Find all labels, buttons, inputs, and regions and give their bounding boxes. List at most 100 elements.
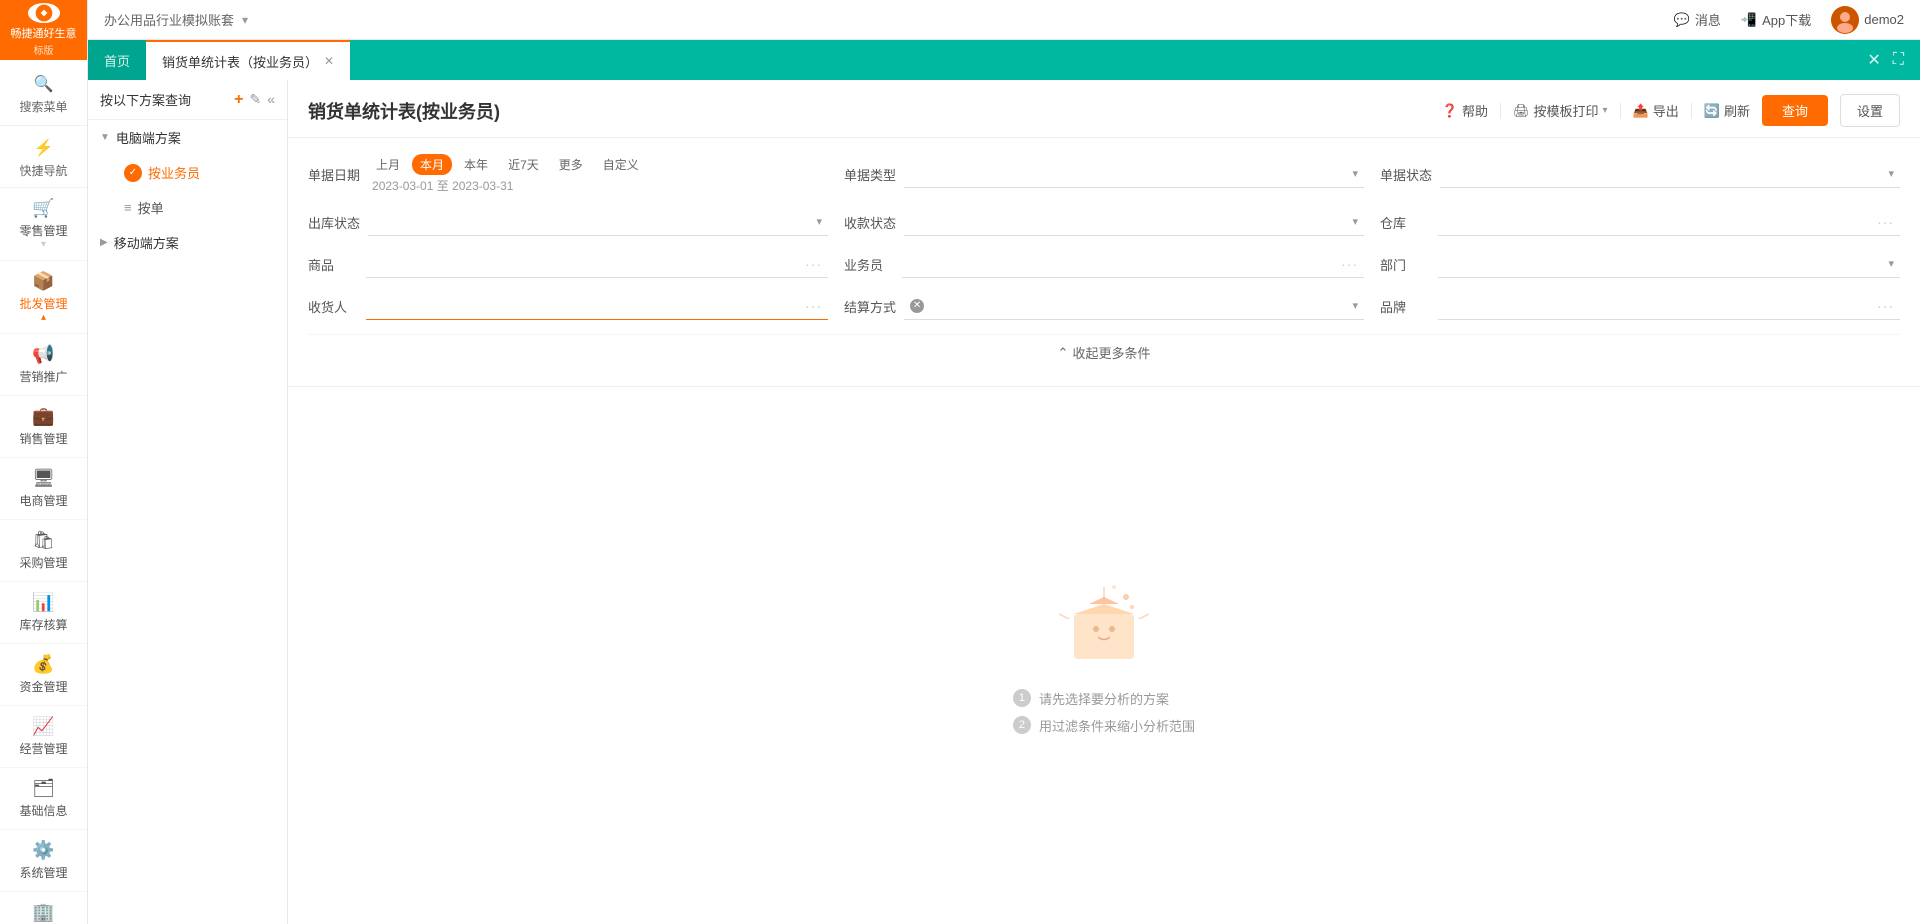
page-title: 销货单统计表(按业务员) xyxy=(308,98,500,124)
empty-step-1: 1 请先选择要分析的方案 xyxy=(1013,689,1195,708)
basic-label: 基础信息 xyxy=(19,802,67,819)
step1-text: 请先选择要分析的方案 xyxy=(1039,689,1169,708)
sidebar-item-enterprise[interactable]: 🏢 企业协同 xyxy=(0,892,87,924)
avatar xyxy=(1831,6,1859,34)
sales-icon: 💼 xyxy=(32,406,54,427)
help-label: 帮助 xyxy=(1462,101,1488,120)
close-window-icon[interactable]: ✕ xyxy=(1867,50,1880,70)
settle-label: 结算方式 xyxy=(844,297,896,316)
brand-select[interactable]: ··· xyxy=(1438,292,1900,320)
date-more[interactable]: 更多 xyxy=(551,154,591,175)
tree-item-by-staff[interactable]: ✓ 按业务员 xyxy=(88,155,287,190)
help-icon: ❓ xyxy=(1442,103,1458,119)
report-tab-label: 销货单统计表（按业务员） xyxy=(162,52,318,71)
close-tab-icon[interactable]: ✕ xyxy=(324,54,334,68)
filter-receiver: 收货人 ··· xyxy=(308,292,828,320)
date-this-month[interactable]: 本月 xyxy=(412,154,452,175)
home-tab-label: 首页 xyxy=(104,51,130,70)
finance-label: 资金管理 xyxy=(19,678,67,695)
tab-actions: ✕ ⛶ xyxy=(1867,50,1904,70)
receiver-dots-icon: ··· xyxy=(805,298,822,314)
inventory-label: 库存核算 xyxy=(19,616,67,633)
tab-report[interactable]: 销货单统计表（按业务员） ✕ xyxy=(146,40,350,80)
print-icon: 🖨 xyxy=(1513,103,1530,119)
goods-label: 商品 xyxy=(308,255,358,274)
message-icon: 💬 xyxy=(1674,12,1690,28)
goods-dots-icon: ··· xyxy=(805,256,822,272)
collapse-filters-btn[interactable]: ⌃ 收起更多条件 xyxy=(308,334,1900,370)
date-last7[interactable]: 近7天 xyxy=(500,154,547,175)
settle-select[interactable]: ✕ ▾ xyxy=(904,292,1364,320)
sidebar-item-basic[interactable]: 🗂 基础信息 xyxy=(0,768,87,830)
maximize-icon[interactable]: ⛶ xyxy=(1893,51,1904,69)
filter-area: 单据日期 上月 本月 本年 近7天 更多 自定义 2023-03-01 至 20… xyxy=(288,138,1920,387)
quick-nav-item[interactable]: ⚡ 快捷导航 xyxy=(0,126,87,188)
top-title: 办公用品行业模拟账套 xyxy=(104,10,234,29)
export-icon: 📤 xyxy=(1633,103,1649,119)
date-this-year[interactable]: 本年 xyxy=(456,154,496,175)
category-arrow-right: ▶ xyxy=(100,237,108,248)
search-menu-item[interactable]: 🔍 搜索菜单 xyxy=(0,60,87,126)
warehouse-select[interactable]: ··· xyxy=(1438,208,1900,236)
sidebar-item-system[interactable]: ⚙️ 系统管理 xyxy=(0,830,87,892)
add-scheme-btn[interactable]: + xyxy=(234,91,243,109)
tree-category-mobile[interactable]: ▶ 移动端方案 xyxy=(88,225,287,260)
empty-step-2: 2 用过滤条件来缩小分析范围 xyxy=(1013,716,1195,735)
filter-row-1: 单据日期 上月 本月 本年 近7天 更多 自定义 2023-03-01 至 20… xyxy=(308,154,1900,194)
left-panel-title: 按以下方案查询 xyxy=(100,90,191,109)
filter-status: 单据状态 ▾ xyxy=(1380,154,1900,194)
date-custom[interactable]: 自定义 xyxy=(595,154,647,175)
sidebar-item-marketing[interactable]: 📢 营销推广 xyxy=(0,334,87,396)
status-label: 单据状态 xyxy=(1380,165,1432,184)
separator2 xyxy=(1620,103,1621,119)
help-btn[interactable]: ❓ 帮助 xyxy=(1442,101,1488,120)
sidebar-item-finance[interactable]: 💰 资金管理 xyxy=(0,644,87,706)
top-title-dropdown[interactable]: ▾ xyxy=(242,13,248,27)
dept-caret-icon: ▾ xyxy=(1888,257,1894,270)
tree-category-desktop[interactable]: ▼ 电脑端方案 xyxy=(88,120,287,155)
filter-row-4: 收货人 ··· 结算方式 ✕ ▾ 品牌 xyxy=(308,292,1900,320)
status-caret-icon: ▾ xyxy=(1888,167,1894,180)
category-mobile-label: 移动端方案 xyxy=(114,233,179,252)
sidebar-item-operation[interactable]: 📈 经营管理 xyxy=(0,706,87,768)
sidebar-item-inventory[interactable]: 📊 库存核算 xyxy=(0,582,87,644)
page-actions: ❓ 帮助 🖨 按模板打印 ▾ 📤 导出 xyxy=(1442,94,1900,127)
inventory-icon: 📊 xyxy=(32,592,54,613)
out-status-select[interactable]: ▾ xyxy=(368,208,828,236)
app-name: 畅捷通好生意 xyxy=(11,27,77,41)
tree-item-by-order[interactable]: ≡ 按单 xyxy=(88,190,287,225)
sidebar-item-wholesale[interactable]: 📦 批发管理 ▴ xyxy=(0,261,87,334)
type-caret-icon: ▾ xyxy=(1352,167,1358,180)
date-last-month[interactable]: 上月 xyxy=(368,154,408,175)
app-subtitle: 标版 xyxy=(34,42,54,57)
tab-home[interactable]: 首页 xyxy=(88,40,146,80)
ecommerce-icon: 🖥 xyxy=(32,468,55,489)
payment-status-select[interactable]: ▾ xyxy=(904,208,1364,236)
content: 按以下方案查询 + ✎ « ▼ 电脑端方案 ✓ 按业务员 ≡ 按单 ▶ xyxy=(88,80,1920,924)
status-select[interactable]: ▾ xyxy=(1440,160,1900,188)
sidebar-item-retail[interactable]: 🛒 零售管理 ▾ xyxy=(0,188,87,261)
sidebar-item-ecommerce[interactable]: 🖥 电商管理 xyxy=(0,458,87,520)
sidebar-item-purchase[interactable]: 🛍 采购管理 xyxy=(0,520,87,582)
active-indicator: ✓ xyxy=(124,164,142,182)
dept-select[interactable]: ▾ xyxy=(1438,250,1900,278)
settings-btn[interactable]: 设置 xyxy=(1840,94,1900,127)
brand-dots-icon: ··· xyxy=(1877,298,1894,314)
refresh-btn[interactable]: 🔄 刷新 xyxy=(1704,101,1750,120)
user-area[interactable]: demo2 xyxy=(1831,6,1904,34)
app-download-btn[interactable]: 📲 App下载 xyxy=(1741,10,1811,29)
edit-scheme-icon[interactable]: ✎ xyxy=(249,91,261,109)
export-btn[interactable]: 📤 导出 xyxy=(1633,101,1679,120)
brand-label: 品牌 xyxy=(1380,297,1430,316)
query-btn[interactable]: 查询 xyxy=(1762,95,1828,126)
collapse-panel-icon[interactable]: « xyxy=(267,91,275,109)
settle-clear-icon[interactable]: ✕ xyxy=(910,299,924,313)
receiver-input[interactable]: ··· xyxy=(366,292,828,320)
print-dropdown-icon[interactable]: ▾ xyxy=(1603,105,1608,116)
sidebar-item-sales[interactable]: 💼 销售管理 xyxy=(0,396,87,458)
staff-select[interactable]: ··· xyxy=(902,250,1364,278)
type-select[interactable]: ▾ xyxy=(904,160,1364,188)
goods-select[interactable]: ··· xyxy=(366,250,828,278)
message-btn[interactable]: 💬 消息 xyxy=(1674,10,1721,29)
print-btn[interactable]: 🖨 按模板打印 ▾ xyxy=(1513,101,1608,120)
